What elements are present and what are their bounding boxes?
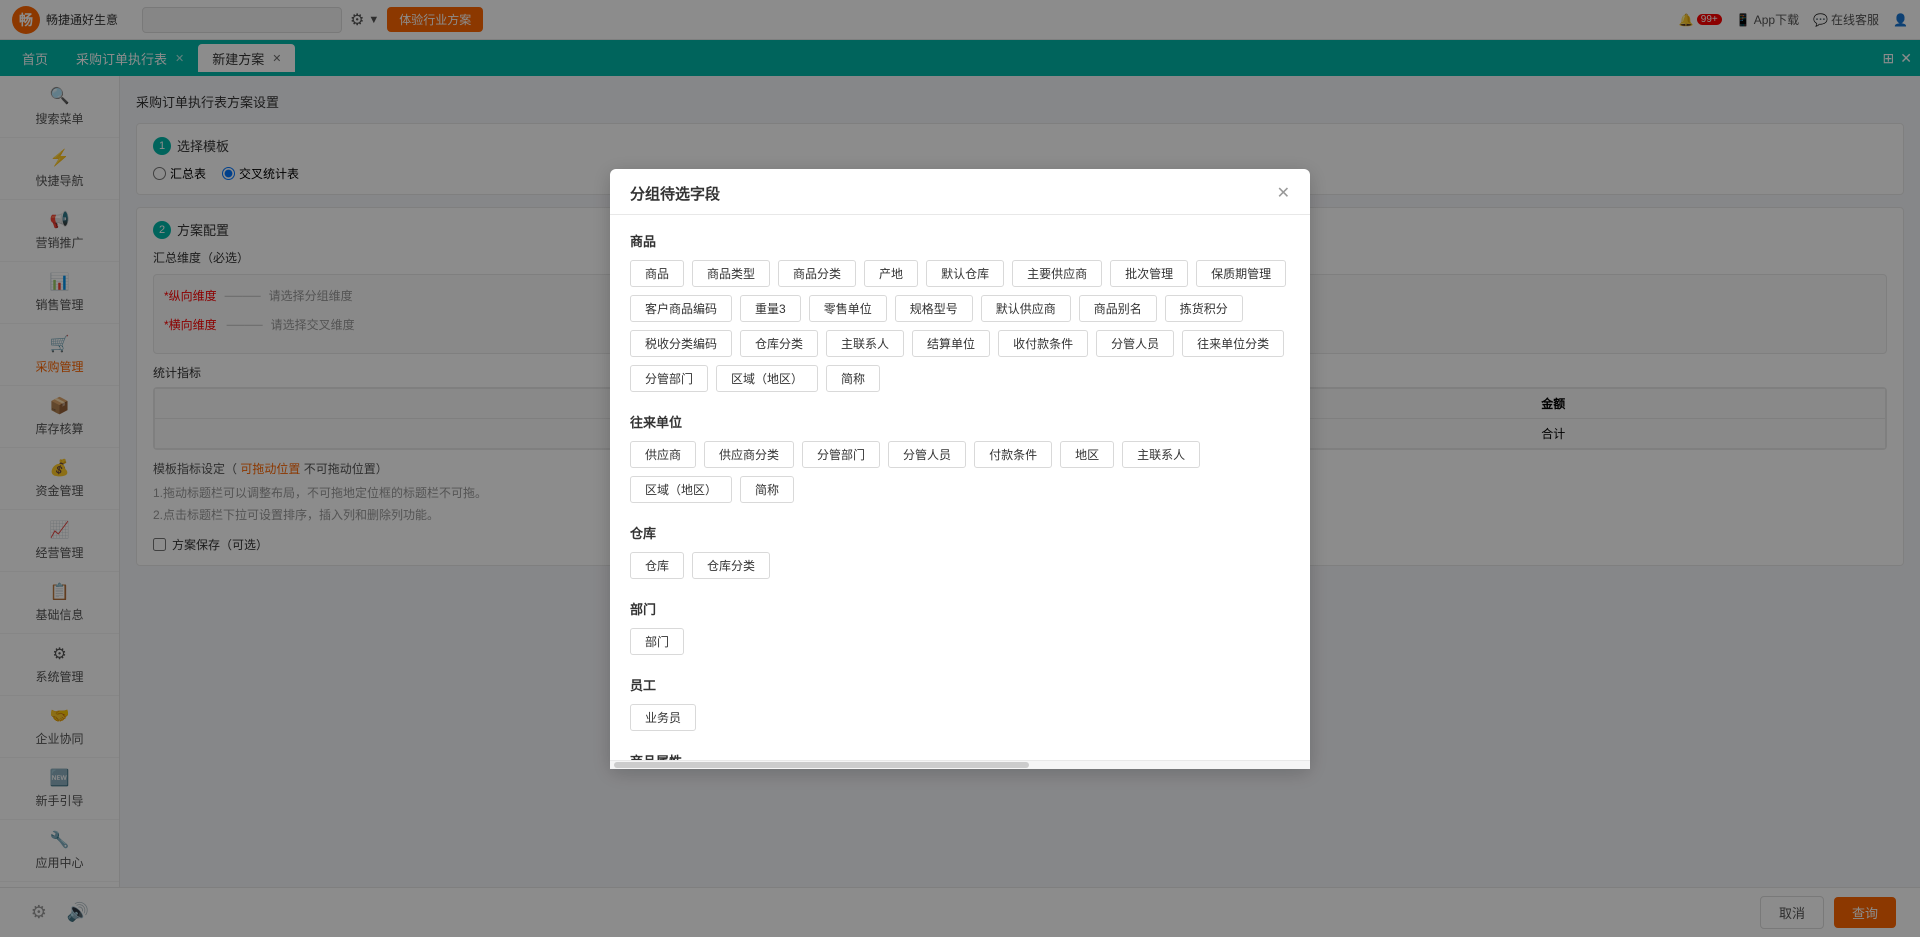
field-section-partner: 往来单位 供应商 供应商分类 分管部门 分管人员 付款条件 地区 主联系人 区域… <box>630 412 1290 503</box>
field-tag[interactable]: 供应商分类 <box>704 441 794 468</box>
modal-title: 分组待选字段 <box>630 183 720 204</box>
section-title-warehouse: 仓库 <box>630 523 1290 542</box>
field-tag[interactable]: 区域（地区） <box>630 476 732 503</box>
field-tag[interactable]: 付款条件 <box>974 441 1052 468</box>
modal-dialog: 分组待选字段 ✕ 商品 商品 商品类型 商品分类 产地 默认仓库 主要供应商 批… <box>610 169 1310 769</box>
field-tag[interactable]: 规格型号 <box>895 295 973 322</box>
field-tags-partner: 供应商 供应商分类 分管部门 分管人员 付款条件 地区 主联系人 区域（地区） … <box>630 441 1290 503</box>
field-tag[interactable]: 客户商品编码 <box>630 295 732 322</box>
field-tag[interactable]: 主联系人 <box>826 330 904 357</box>
field-tag[interactable]: 分管部门 <box>802 441 880 468</box>
field-tag[interactable]: 商品类型 <box>692 260 770 287</box>
field-section-employee: 员工 业务员 <box>630 675 1290 731</box>
modal-close-icon[interactable]: ✕ <box>1277 183 1290 203</box>
field-tag[interactable]: 分管人员 <box>888 441 966 468</box>
field-tag[interactable]: 拣货积分 <box>1165 295 1243 322</box>
field-tag[interactable]: 区域（地区） <box>716 365 818 392</box>
section-title-product: 商品 <box>630 231 1290 250</box>
section-title-employee: 员工 <box>630 675 1290 694</box>
field-tag[interactable]: 简称 <box>826 365 880 392</box>
field-tag[interactable]: 仓库 <box>630 552 684 579</box>
field-tag[interactable]: 往来单位分类 <box>1182 330 1284 357</box>
field-tag[interactable]: 分管人员 <box>1096 330 1174 357</box>
field-tag[interactable]: 业务员 <box>630 704 696 731</box>
field-tag[interactable]: 默认供应商 <box>981 295 1071 322</box>
modal-overlay[interactable]: 分组待选字段 ✕ 商品 商品 商品类型 商品分类 产地 默认仓库 主要供应商 批… <box>0 0 1920 937</box>
field-tag[interactable]: 部门 <box>630 628 684 655</box>
field-tag[interactable]: 简称 <box>740 476 794 503</box>
field-tag[interactable]: 商品 <box>630 260 684 287</box>
field-tag[interactable]: 税收分类编码 <box>630 330 732 357</box>
field-tag[interactable]: 收付款条件 <box>998 330 1088 357</box>
field-tag[interactable]: 分管部门 <box>630 365 708 392</box>
modal-header: 分组待选字段 ✕ <box>610 169 1310 215</box>
section-title-dept: 部门 <box>630 599 1290 618</box>
modal-hscroll-thumb <box>614 762 1029 768</box>
field-tag[interactable]: 产地 <box>864 260 918 287</box>
field-tag[interactable]: 商品别名 <box>1079 295 1157 322</box>
field-tags-dept: 部门 <box>630 628 1290 655</box>
field-section-product-attr: 商品属性 属性 颜色 多规格 尺码 鞋码 1 <box>630 751 1290 761</box>
field-tags-employee: 业务员 <box>630 704 1290 731</box>
field-tag[interactable]: 供应商 <box>630 441 696 468</box>
field-tags-warehouse: 仓库 仓库分类 <box>630 552 1290 579</box>
field-tag[interactable]: 保质期管理 <box>1196 260 1286 287</box>
field-tag[interactable]: 仓库分类 <box>740 330 818 357</box>
modal-body: 商品 商品 商品类型 商品分类 产地 默认仓库 主要供应商 批次管理 保质期管理… <box>610 215 1310 761</box>
field-tag[interactable]: 仓库分类 <box>692 552 770 579</box>
field-tag[interactable]: 主要供应商 <box>1012 260 1102 287</box>
field-tag[interactable]: 地区 <box>1060 441 1114 468</box>
field-tag[interactable]: 零售单位 <box>809 295 887 322</box>
field-section-warehouse: 仓库 仓库 仓库分类 <box>630 523 1290 579</box>
field-tags-product: 商品 商品类型 商品分类 产地 默认仓库 主要供应商 批次管理 保质期管理 客户… <box>630 260 1290 392</box>
modal-horizontal-scrollbar[interactable] <box>610 760 1310 768</box>
field-tag[interactable]: 商品分类 <box>778 260 856 287</box>
field-tag[interactable]: 主联系人 <box>1122 441 1200 468</box>
field-tag[interactable]: 结算单位 <box>912 330 990 357</box>
field-tag[interactable]: 默认仓库 <box>926 260 1004 287</box>
section-title-partner: 往来单位 <box>630 412 1290 431</box>
field-section-dept: 部门 部门 <box>630 599 1290 655</box>
section-title-product-attr: 商品属性 <box>630 751 1290 761</box>
field-tag[interactable]: 重量3 <box>740 295 801 322</box>
field-tag[interactable]: 批次管理 <box>1110 260 1188 287</box>
field-section-product: 商品 商品 商品类型 商品分类 产地 默认仓库 主要供应商 批次管理 保质期管理… <box>630 231 1290 392</box>
